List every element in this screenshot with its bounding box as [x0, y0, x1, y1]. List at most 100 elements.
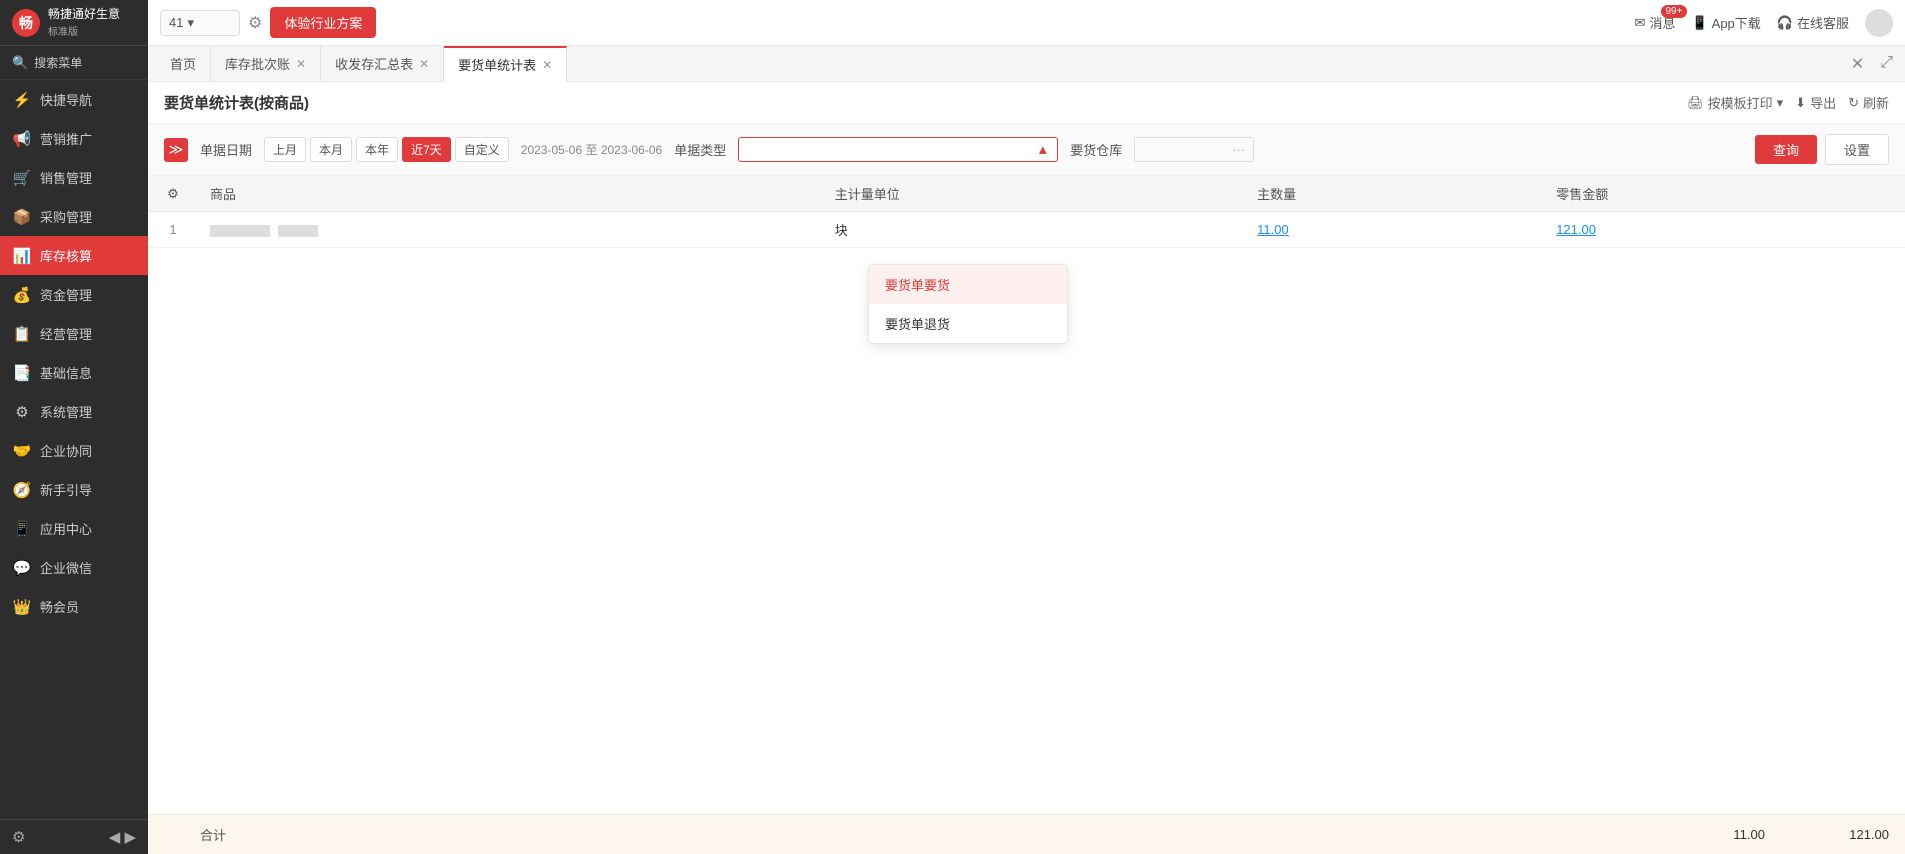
system-icon: ⚙: [12, 403, 32, 421]
refresh-icon: ↻: [1848, 95, 1859, 111]
sidebar-item-finance[interactable]: 💰资金管理: [0, 275, 148, 314]
sidebar-item-system[interactable]: ⚙ 系统管理: [0, 392, 148, 431]
tab-close-icon[interactable]: ✕: [542, 58, 552, 72]
export-label: 导出: [1810, 93, 1836, 112]
filter-expand-button[interactable]: ≫: [164, 138, 188, 162]
sidebar-item-operation[interactable]: 📋经营管理: [0, 314, 148, 353]
sidebar-item-appstore[interactable]: 📱应用中心: [0, 509, 148, 548]
sidebar-item-quick-nav[interactable]: ⚡ 快捷导航: [0, 80, 148, 119]
print-icon: 🖨: [1687, 95, 1704, 111]
logo-sub: 标准版: [48, 23, 120, 38]
tabs-bar: 首页 库存批次账 ✕ 收发存汇总表 ✕ 要货单统计表 ✕ ✕ ⤢: [148, 46, 1905, 82]
basic-icon: 📑: [12, 364, 32, 382]
tab-close-icon[interactable]: ✕: [296, 57, 306, 71]
page-title: 要货单统计表(按商品): [164, 92, 309, 113]
query-button[interactable]: 查询: [1755, 135, 1817, 164]
warehouse-filter-label: 要货仓库: [1070, 140, 1122, 159]
tab-close-icon[interactable]: ✕: [419, 57, 429, 71]
export-icon: ⬇: [1795, 95, 1806, 111]
date-btn-本年[interactable]: 本年: [356, 137, 398, 162]
cell-unit: 块: [823, 212, 1245, 248]
tab-home[interactable]: 首页: [156, 46, 211, 82]
sidebar-search[interactable]: 🔍 搜索菜单: [0, 46, 148, 80]
sidebar-item-label: 销售管理: [40, 168, 92, 187]
date-btn-自定义[interactable]: 自定义: [455, 137, 509, 162]
sidebar-item-label: 快捷导航: [40, 90, 92, 109]
sidebar-item-inventory[interactable]: 📊库存核算: [0, 236, 148, 275]
filter-bar: ≫ 单据日期 上月本月本年近7天自定义 2023-05-06 至 2023-06…: [148, 124, 1905, 176]
filter-right-actions: 查询 设置: [1755, 134, 1889, 165]
footer-amount: 121.00: [1789, 827, 1889, 842]
wechat-icon: 💬: [12, 559, 32, 577]
logo-text-block: 畅捷通好生意 标准版: [48, 7, 120, 38]
col-settings[interactable]: ⚙: [148, 176, 198, 212]
date-btn-本月[interactable]: 本月: [310, 137, 352, 162]
purchase-icon: 📦: [12, 208, 32, 226]
online-service-button[interactable]: 🎧 在线客服: [1777, 13, 1849, 32]
phone-icon: 📱: [1691, 15, 1707, 31]
topbar-settings-icon[interactable]: ⚙: [248, 13, 262, 33]
sidebar-item-label: 应用中心: [40, 519, 92, 538]
sidebar-item-marketing[interactable]: 📢 营销推广: [0, 119, 148, 158]
sidebar-item-guide[interactable]: 🧭新手引导: [0, 470, 148, 509]
app-download-button[interactable]: 📱 App下载: [1691, 13, 1760, 32]
chevron-down-icon: ▾: [187, 15, 194, 31]
company-selector[interactable]: 41 ▾: [160, 10, 240, 36]
sidebar-item-label: 企业协同: [40, 441, 92, 460]
print-button[interactable]: 🖨 按模板打印 ▾: [1687, 93, 1783, 112]
sidebar-item-label: 资金管理: [40, 285, 92, 304]
sidebar-item-cooperation[interactable]: 🤝 企业协同: [0, 431, 148, 470]
operation-icon: 📋: [12, 325, 32, 343]
topbar-right: ✉ 消息 99+ 📱 App下载 🎧 在线客服: [1635, 9, 1893, 37]
logo-icon: 畅: [12, 9, 40, 37]
sidebar-collapse-button[interactable]: ◀ ▶: [109, 828, 136, 846]
sidebar-item-label: 基础信息: [40, 363, 92, 382]
tab-label: 库存批次账: [225, 54, 290, 73]
tab-summary[interactable]: 收发存汇总表 ✕: [321, 46, 444, 82]
tab-order-stat[interactable]: 要货单统计表 ✕: [444, 46, 567, 82]
cell-product: [198, 212, 823, 248]
sidebar: 畅 畅捷通好生意 标准版 🔍 搜索菜单 ⚡ 快捷导航 📢 营销推广 🛒销售管理📦采购管理…: [0, 0, 148, 854]
dropdown-option-order-require[interactable]: 要货单要货: [869, 265, 1067, 304]
table-header-row: ⚙ 商品 主计量单位 主数量 零售金额: [148, 176, 1905, 212]
quick-nav-icon: ⚡: [12, 91, 32, 109]
warehouse-select[interactable]: ···: [1134, 137, 1254, 162]
sidebar-footer: ⚙ ◀ ▶: [0, 819, 148, 854]
tab-label: 首页: [170, 54, 196, 73]
refresh-label: 刷新: [1863, 93, 1889, 112]
refresh-button[interactable]: ↻ 刷新: [1848, 93, 1889, 112]
tab-label: 收发存汇总表: [335, 54, 413, 73]
window-close-icon[interactable]: ✕: [1847, 54, 1868, 74]
chevron-down-icon: ▾: [1777, 95, 1784, 111]
vip-icon: 👑: [12, 598, 32, 616]
date-btn-近7天[interactable]: 近7天: [402, 137, 451, 162]
sidebar-item-vip[interactable]: 👑畅会员: [0, 587, 148, 626]
sidebar-item-sales[interactable]: 🛒销售管理: [0, 158, 148, 197]
trial-button[interactable]: 体验行业方案: [270, 7, 376, 38]
page-actions: 🖨 按模板打印 ▾ ⬇ 导出 ↻ 刷新: [1687, 93, 1889, 112]
date-btn-上月[interactable]: 上月: [264, 137, 306, 162]
sidebar-item-basic[interactable]: 📑 基础信息: [0, 353, 148, 392]
sidebar-item-label: 营销推广: [40, 129, 92, 148]
tab-batch[interactable]: 库存批次账 ✕: [211, 46, 321, 82]
avatar[interactable]: [1865, 9, 1893, 37]
search-icon: 🔍: [12, 55, 28, 71]
window-expand-icon[interactable]: ⤢: [1876, 54, 1897, 74]
type-select[interactable]: ▲: [738, 137, 1058, 162]
guide-icon: 🧭: [12, 481, 32, 499]
messages-button[interactable]: ✉ 消息 99+: [1635, 13, 1676, 32]
tab-label: 要货单统计表: [458, 55, 536, 74]
export-button[interactable]: ⬇ 导出: [1795, 93, 1836, 112]
settings-button[interactable]: 设置: [1825, 134, 1889, 165]
dropdown-option-order-return[interactable]: 要货单退货: [869, 304, 1067, 343]
marketing-icon: 📢: [12, 130, 32, 148]
cooperation-icon: 🤝: [12, 442, 32, 460]
app-download-label: App下载: [1712, 13, 1761, 32]
topbar-left: 41 ▾ ⚙ 体验行业方案: [160, 7, 376, 38]
settings-icon[interactable]: ⚙: [12, 828, 25, 846]
sidebar-item-label: 库存核算: [40, 246, 92, 265]
col-unit: 主计量单位: [823, 176, 1245, 212]
sidebar-item-wechat[interactable]: 💬企业微信: [0, 548, 148, 587]
sidebar-item-label: 系统管理: [40, 402, 92, 421]
sidebar-item-purchase[interactable]: 📦采购管理: [0, 197, 148, 236]
